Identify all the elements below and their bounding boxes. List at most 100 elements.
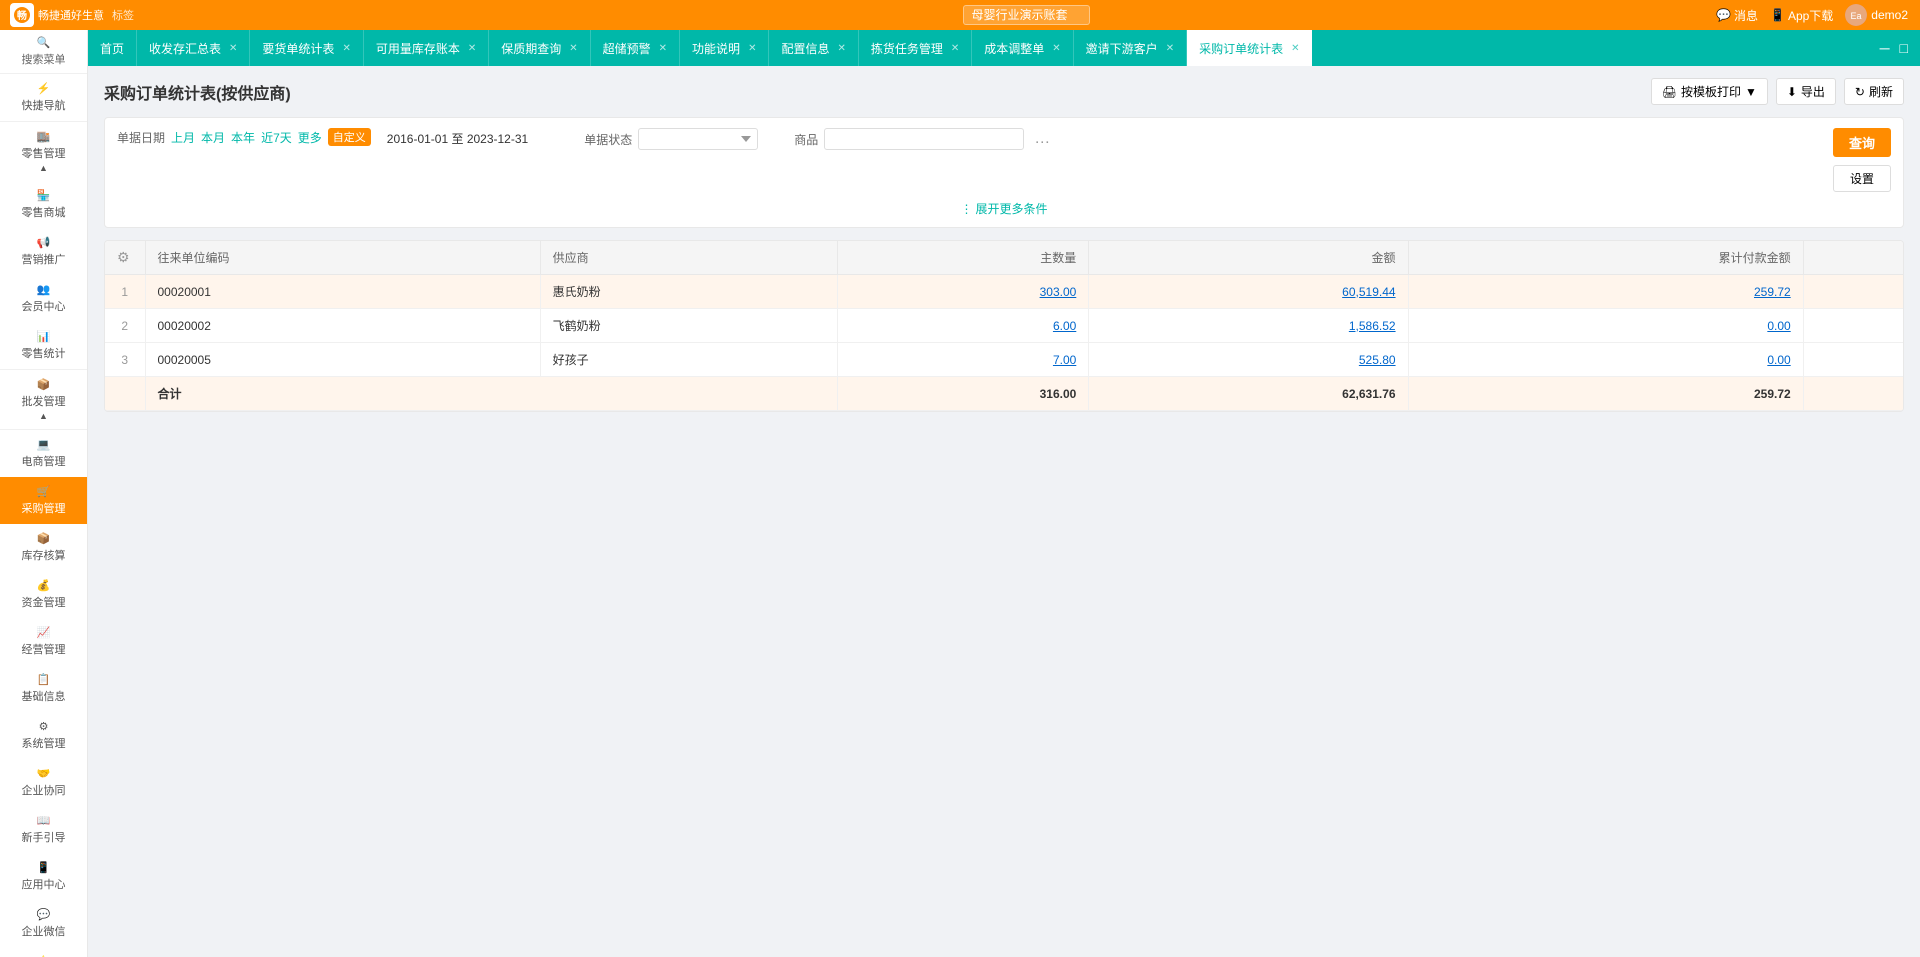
- expand-icon: ⋮: [960, 202, 972, 216]
- search-menu-button[interactable]: 🔍 搜索菜单: [0, 30, 87, 73]
- collab-icon: 🤝: [37, 767, 51, 780]
- cell-code: 00020005: [145, 343, 540, 377]
- query-button[interactable]: 查询: [1833, 128, 1891, 157]
- retail-stats-icon: 📊: [37, 330, 51, 343]
- sidebar-item-wechat[interactable]: 💬 企业微信: [0, 900, 87, 947]
- export-button[interactable]: ⬇ 导出: [1776, 78, 1836, 105]
- cell-supplier: 惠氏奶粉: [540, 275, 837, 309]
- sidebar-item-purchase[interactable]: 🛒 采购管理: [0, 477, 87, 524]
- goods-more-icon[interactable]: …: [1034, 130, 1050, 148]
- sidebar-item-ecommerce[interactable]: 💻 电商管理: [0, 430, 87, 477]
- close-icon-order-stats[interactable]: ✕: [342, 43, 350, 54]
- goods-input[interactable]: [824, 128, 1024, 150]
- sidebar-item-app-center[interactable]: 📱 应用中心: [0, 853, 87, 900]
- quick-nav-icon: ⚡: [37, 82, 51, 95]
- nav-maximize-button[interactable]: □: [1896, 36, 1912, 60]
- table-footer: 合计 316.00 62,631.76 259.72: [105, 377, 1903, 411]
- user-area: 💬 消息 📱 App下载 Ea demo2: [1716, 0, 1920, 30]
- close-icon-guide[interactable]: ✕: [748, 43, 756, 54]
- nav-tab-invite[interactable]: 邀请下游客户 ✕: [1074, 30, 1187, 66]
- user-profile[interactable]: Ea demo2: [1845, 4, 1908, 26]
- shortcut-last-month[interactable]: 上月: [171, 129, 195, 146]
- close-icon-purchase-stats[interactable]: ✕: [1291, 43, 1299, 54]
- close-icon-receipt[interactable]: ✕: [229, 43, 237, 54]
- print-button[interactable]: 🖨 按模板打印 ▼: [1651, 78, 1768, 105]
- refresh-button[interactable]: ↻ 刷新: [1844, 78, 1904, 105]
- date-label: 单据日期: [117, 129, 165, 146]
- status-select[interactable]: 待处理 已完成: [638, 128, 758, 150]
- close-icon-overstock[interactable]: ✕: [659, 43, 667, 54]
- sidebar-item-marketing[interactable]: 📢 营销推广: [0, 228, 87, 275]
- cell-qty: 6.00: [838, 309, 1089, 343]
- expand-button[interactable]: ⋮ 展开更多条件: [960, 200, 1047, 217]
- wholesale-icon: 📦: [37, 378, 51, 391]
- nav-tab-available-stock[interactable]: 可用量库存账本 ✕: [364, 30, 489, 66]
- close-icon-invite[interactable]: ✕: [1166, 43, 1174, 54]
- shortcut-this-year[interactable]: 本年: [231, 129, 255, 146]
- sidebar-item-retail-mgmt[interactable]: 🏬 零售管理 ▲: [0, 122, 87, 181]
- guide-icon: 📖: [37, 814, 51, 827]
- sidebar-item-system[interactable]: ⚙ 系统管理: [0, 712, 87, 759]
- status-filter: 单据状态 待处理 已完成: [584, 128, 758, 150]
- nav-tab-pick-task[interactable]: 拣货任务管理 ✕: [859, 30, 972, 66]
- cell-extra: [1803, 309, 1903, 343]
- footer-empty1: [105, 377, 145, 411]
- nav-tab-order-stats[interactable]: 要货单统计表 ✕: [250, 30, 363, 66]
- close-icon-config[interactable]: ✕: [837, 43, 845, 54]
- sidebar-item-wholesale[interactable]: 📦 批发管理 ▲: [0, 370, 87, 429]
- sidebar-item-base-info[interactable]: 📋 基础信息: [0, 665, 87, 712]
- nav-tab-guide[interactable]: 功能说明 ✕: [680, 30, 769, 66]
- cell-extra: [1803, 343, 1903, 377]
- close-icon-pick-task[interactable]: ✕: [951, 43, 959, 54]
- nav-tab-overstock[interactable]: 超储预警 ✕: [591, 30, 680, 66]
- message-button[interactable]: 💬 消息: [1716, 7, 1758, 24]
- sidebar-item-inventory[interactable]: 📦 库存核算: [0, 524, 87, 571]
- username: demo2: [1871, 8, 1908, 22]
- shortcut-this-month[interactable]: 本月: [201, 129, 225, 146]
- ecommerce-icon: 💻: [37, 438, 51, 451]
- page-header: 采购订单统计表(按供应商) 🖨 按模板打印 ▼ ⬇ 导出 ↻: [104, 78, 1904, 105]
- close-icon-available-stock[interactable]: ✕: [468, 43, 476, 54]
- table-row[interactable]: 2 00020002 飞鹤奶粉 6.00 1,586.52 0.00: [105, 309, 1903, 343]
- search-icon: 🔍: [37, 36, 51, 49]
- close-icon-expiry[interactable]: ✕: [569, 43, 577, 54]
- th-code: 往来单位编码: [145, 241, 540, 275]
- close-icon-cost-adjust[interactable]: ✕: [1052, 43, 1060, 54]
- cell-code: 00020001: [145, 275, 540, 309]
- table-header: ⚙ 往来单位编码 供应商 主数量 金额 累计付款金额: [105, 241, 1903, 275]
- shortcut-7days[interactable]: 近7天: [261, 129, 292, 146]
- th-paid: 累计付款金额: [1408, 241, 1803, 275]
- cell-index: 1: [105, 275, 145, 309]
- nav-tab-config[interactable]: 配置信息 ✕: [769, 30, 858, 66]
- shortcut-more[interactable]: 更多: [298, 129, 322, 146]
- th-qty: 主数量: [838, 241, 1089, 275]
- app-download-button[interactable]: 📱 App下载: [1770, 7, 1833, 24]
- workspace-selector[interactable]: 母婴行业演示账套: [963, 5, 1090, 25]
- th-settings: ⚙: [105, 241, 145, 275]
- nav-tab-home[interactable]: 首页: [88, 30, 137, 66]
- custom-badge: 自定义: [328, 128, 371, 146]
- settings-button[interactable]: 设置: [1833, 165, 1891, 192]
- export-icon: ⬇: [1787, 85, 1797, 99]
- sidebar-item-retail-stats[interactable]: 📊 零售统计: [0, 322, 87, 369]
- nav-tab-receipt-summary[interactable]: 收发存汇总表 ✕: [137, 30, 250, 66]
- nav-minimize-button[interactable]: ─: [1876, 36, 1894, 60]
- nav-tab-expiry[interactable]: 保质期查询 ✕: [489, 30, 590, 66]
- column-settings-icon[interactable]: ⚙: [117, 249, 130, 265]
- sidebar-item-vip[interactable]: ⭐ 畅会员: [0, 947, 87, 957]
- nav-tab-purchase-stats[interactable]: 采购订单统计表 ✕: [1187, 30, 1312, 66]
- sidebar-item-guide[interactable]: 📖 新手引导: [0, 806, 87, 853]
- sidebar-item-collab[interactable]: 🤝 企业协同: [0, 759, 87, 806]
- footer-amount: 62,631.76: [1089, 377, 1408, 411]
- table-row[interactable]: 3 00020005 好孩子 7.00 525.80 0.00: [105, 343, 1903, 377]
- cell-supplier: 飞鹤奶粉: [540, 309, 837, 343]
- sidebar-item-finance[interactable]: 💰 资金管理: [0, 571, 87, 618]
- sidebar-item-quick-nav[interactable]: ⚡ 快捷导航: [0, 74, 87, 121]
- status-label: 单据状态: [584, 131, 632, 148]
- sidebar-item-member[interactable]: 👥 会员中心: [0, 275, 87, 322]
- sidebar-item-retail-store[interactable]: 🏪 零售商城: [0, 181, 87, 228]
- sidebar-item-operations[interactable]: 📈 经营管理: [0, 618, 87, 665]
- inventory-icon: 📦: [37, 532, 51, 545]
- table-row[interactable]: 1 00020001 惠氏奶粉 303.00 60,519.44 259.72: [105, 275, 1903, 309]
- nav-tab-cost-adjust[interactable]: 成本调整单 ✕: [972, 30, 1073, 66]
